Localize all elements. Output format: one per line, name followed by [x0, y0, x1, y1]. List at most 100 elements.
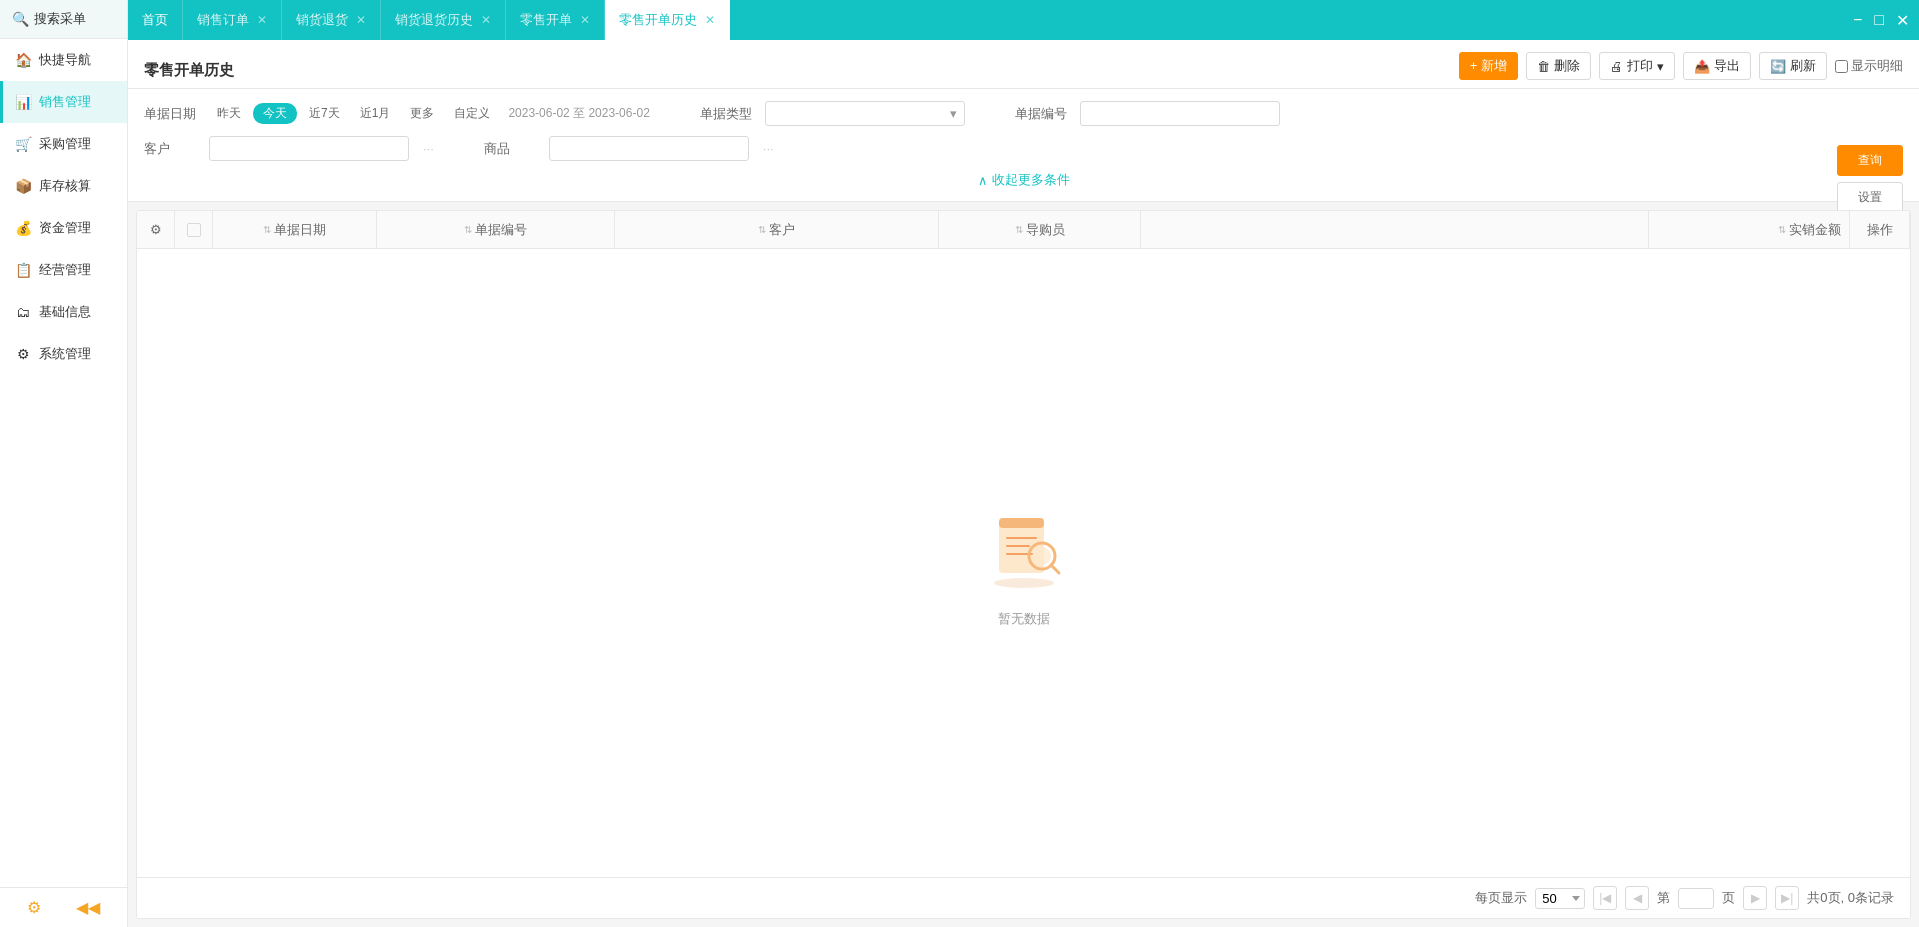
- sidebar-nav: 🏠 快捷导航 📊 销售管理 🛒 采购管理 📦 库存核算 💰 资金管理 📋 经营管…: [0, 39, 127, 887]
- print-label: 打印: [1627, 57, 1653, 75]
- th-customer-label: 客户: [769, 221, 795, 239]
- prev-page-btn[interactable]: ◀: [1625, 886, 1649, 910]
- svg-point-0: [994, 578, 1054, 588]
- tab-retail-open[interactable]: 零售开单 ✕: [506, 0, 605, 40]
- sidebar-item-inventory[interactable]: 📦 库存核算: [0, 165, 127, 207]
- tab-sales-return-close[interactable]: ✕: [356, 13, 366, 27]
- print-dropdown-icon: ▾: [1657, 59, 1664, 74]
- collapse-chevron-icon: ∧: [978, 173, 988, 188]
- date-opt-today[interactable]: 今天: [253, 103, 297, 124]
- th-customer[interactable]: ⇅ 客户: [615, 211, 939, 248]
- page-label-post: 页: [1722, 889, 1735, 907]
- customer-dots: ···: [423, 141, 434, 156]
- filter-area: 单据日期 昨天 今天 近7天 近1月 更多 自定义 2023-06-02 至 2…: [128, 89, 1919, 202]
- print-button[interactable]: 🖨 打印 ▾: [1599, 52, 1675, 80]
- select-all-checkbox[interactable]: [187, 223, 201, 237]
- add-button[interactable]: + 新增: [1459, 52, 1518, 80]
- finance-icon: 💰: [15, 220, 31, 236]
- th-guide[interactable]: ⇅ 导购员: [939, 211, 1140, 248]
- tab-sales-return-history[interactable]: 销货退货历史 ✕: [381, 0, 506, 40]
- svg-line-8: [1051, 565, 1059, 573]
- collapse-btn[interactable]: ∧ 收起更多条件: [144, 171, 1903, 189]
- basic-icon: 🗂: [15, 304, 31, 320]
- page-size-select[interactable]: 50 100 200: [1535, 888, 1585, 909]
- sidebar-item-quick-nav[interactable]: 🏠 快捷导航: [0, 39, 127, 81]
- purchase-icon: 🛒: [15, 136, 31, 152]
- th-number-label: 单据编号: [475, 221, 527, 239]
- sidebar-item-label: 快捷导航: [39, 51, 91, 69]
- settings-footer-btn[interactable]: ⚙: [27, 898, 41, 917]
- tab-sales-return[interactable]: 销货退货 ✕: [282, 0, 381, 40]
- last-page-btn[interactable]: ▶|: [1775, 886, 1799, 910]
- search-icon: 🔍: [12, 11, 28, 27]
- tab-sales-order[interactable]: 销售订单 ✕: [183, 0, 282, 40]
- export-icon: 📤: [1694, 59, 1710, 74]
- th-amount[interactable]: ⇅ 实销金额: [1649, 211, 1850, 248]
- tab-home-label: 首页: [142, 11, 168, 29]
- th-checkbox[interactable]: [175, 211, 213, 248]
- sidebar-item-sales[interactable]: 📊 销售管理: [0, 81, 127, 123]
- sidebar-item-system[interactable]: ⚙ 系统管理: [0, 333, 127, 375]
- refresh-icon: 🔄: [1770, 59, 1786, 74]
- display-columns-checkbox[interactable]: [1835, 60, 1848, 73]
- export-button[interactable]: 📤 导出: [1683, 52, 1751, 80]
- number-input[interactable]: [1080, 101, 1280, 126]
- first-page-btn[interactable]: |◀: [1593, 886, 1617, 910]
- type-filter-label: 单据类型: [700, 105, 755, 123]
- page-input[interactable]: 1: [1678, 888, 1714, 909]
- tab-retail-open-history-label: 零售开单历史: [619, 11, 697, 29]
- type-select[interactable]: [765, 101, 965, 126]
- sidebar-search[interactable]: 🔍 搜索采单: [0, 0, 127, 39]
- window-maximize-btn[interactable]: □: [1874, 11, 1884, 29]
- sidebar-item-basic[interactable]: 🗂 基础信息: [0, 291, 127, 333]
- sidebar-item-finance[interactable]: 💰 资金管理: [0, 207, 127, 249]
- display-columns-toggle[interactable]: 显示明细: [1835, 57, 1903, 75]
- date-opt-1month[interactable]: 近1月: [352, 103, 399, 124]
- th-settings[interactable]: ⚙: [137, 211, 175, 248]
- total-text: 共0页, 0条记录: [1807, 889, 1894, 907]
- tab-home[interactable]: 首页: [128, 0, 183, 40]
- tab-sales-return-label: 销货退货: [296, 11, 348, 29]
- refresh-label: 刷新: [1790, 57, 1816, 75]
- th-number[interactable]: ⇅ 单据编号: [377, 211, 615, 248]
- display-columns-label: 显示明细: [1851, 57, 1903, 75]
- tab-retail-open-history[interactable]: 零售开单历史 ✕: [605, 0, 730, 40]
- collapse-sidebar-btn[interactable]: ◀◀: [76, 898, 100, 917]
- date-opt-more[interactable]: 更多: [402, 103, 442, 124]
- th-guide-sort-icon: ⇅: [1015, 224, 1023, 235]
- next-page-btn[interactable]: ▶: [1743, 886, 1767, 910]
- export-label: 导出: [1714, 57, 1740, 75]
- delete-button[interactable]: 🗑 删除: [1526, 52, 1591, 80]
- date-range-display: 2023-06-02 至 2023-06-02: [508, 105, 649, 122]
- th-date-label: 单据日期: [274, 221, 326, 239]
- customer-filter-label: 客户: [144, 140, 199, 158]
- sidebar-item-purchase[interactable]: 🛒 采购管理: [0, 123, 127, 165]
- tab-retail-open-close[interactable]: ✕: [580, 13, 590, 27]
- tab-retail-open-history-close[interactable]: ✕: [705, 13, 715, 27]
- tab-sales-order-close[interactable]: ✕: [257, 13, 267, 27]
- th-date[interactable]: ⇅ 单据日期: [213, 211, 377, 248]
- customer-input[interactable]: [209, 136, 409, 161]
- window-minimize-btn[interactable]: −: [1853, 11, 1862, 29]
- tabs-bar: 首页 销售订单 ✕ 销货退货 ✕ 销货退货历史 ✕ 零售开单 ✕ 零售开单历史 …: [128, 0, 1919, 40]
- refresh-button[interactable]: 🔄 刷新: [1759, 52, 1827, 80]
- sidebar-item-label: 采购管理: [39, 135, 91, 153]
- window-close-btn[interactable]: ✕: [1896, 11, 1909, 30]
- collapse-label: 收起更多条件: [992, 171, 1070, 189]
- date-opt-yesterday[interactable]: 昨天: [209, 103, 249, 124]
- add-label: + 新增: [1470, 57, 1507, 75]
- query-button[interactable]: 查询: [1837, 145, 1903, 176]
- date-opt-custom[interactable]: 自定义: [446, 103, 498, 124]
- sidebar-item-label: 库存核算: [39, 177, 91, 195]
- empty-state: 暂无数据: [974, 498, 1074, 628]
- tab-sales-return-history-close[interactable]: ✕: [481, 13, 491, 27]
- date-opt-7days[interactable]: 近7天: [301, 103, 348, 124]
- sidebar-item-label: 经营管理: [39, 261, 91, 279]
- settings-button[interactable]: 设置: [1837, 182, 1903, 213]
- sidebar-item-label: 资金管理: [39, 219, 91, 237]
- th-action-label: 操作: [1867, 221, 1893, 239]
- goods-input[interactable]: [549, 136, 749, 161]
- svg-rect-2: [999, 518, 1044, 528]
- sidebar-item-operation[interactable]: 📋 经营管理: [0, 249, 127, 291]
- system-icon: ⚙: [15, 346, 31, 362]
